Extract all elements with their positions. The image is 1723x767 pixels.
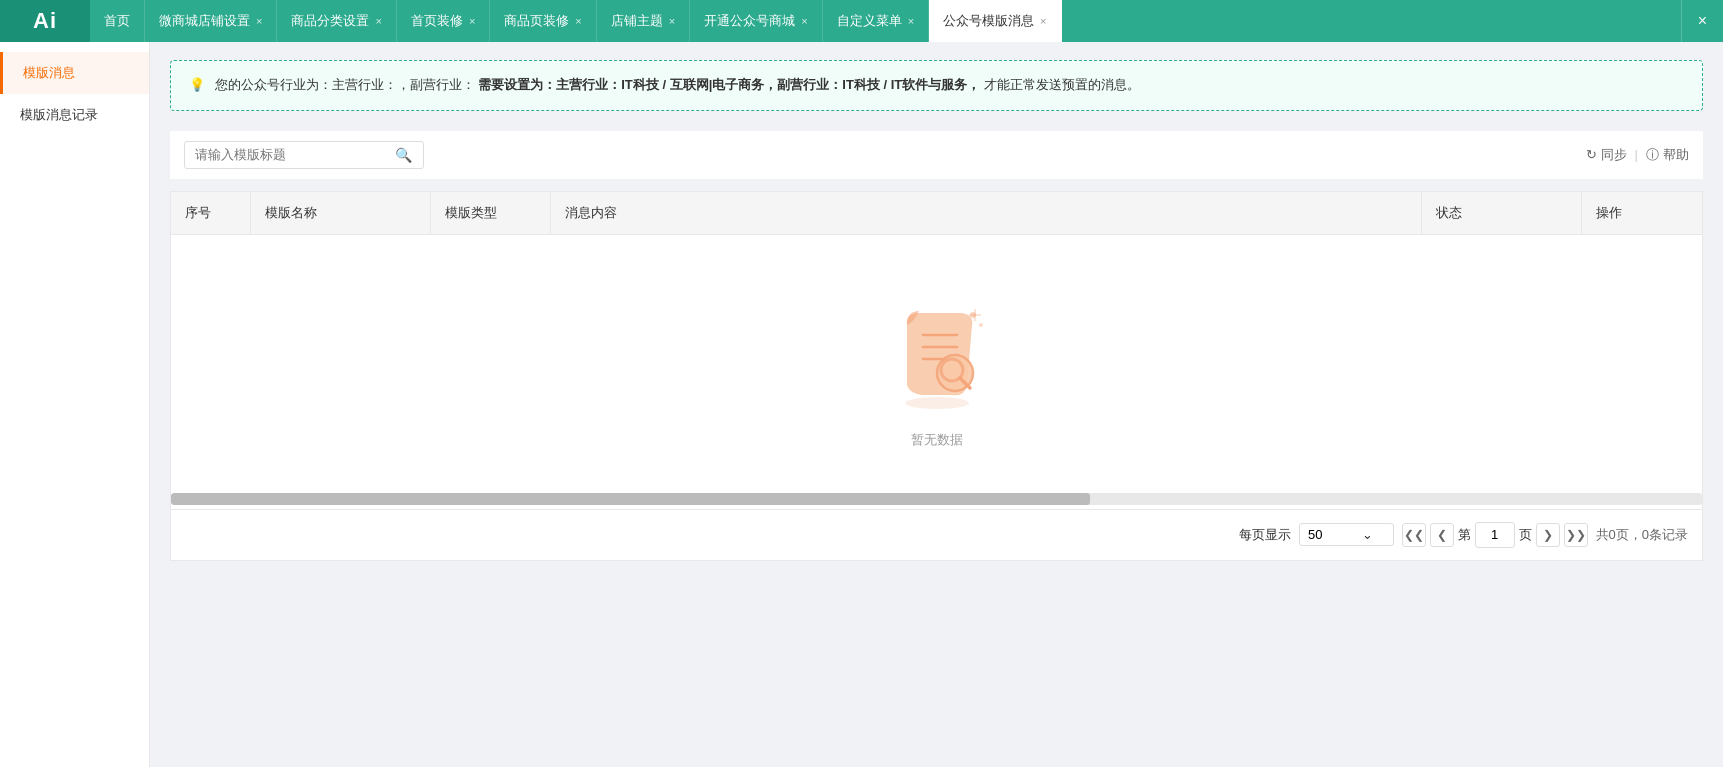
notice-box: 💡 您的公众号行业为：主营行业：，副营行业： 需要设置为：主营行业：IT科技 /… xyxy=(170,60,1703,111)
empty-state: 暂无数据 xyxy=(171,235,1702,489)
tab-close-store-theme[interactable]: × xyxy=(669,15,675,27)
help-icon: ⓘ xyxy=(1646,146,1659,164)
page-last-button[interactable]: ❯❯ xyxy=(1564,523,1588,547)
help-label: 帮助 xyxy=(1663,146,1689,164)
sync-label: 同步 xyxy=(1601,146,1627,164)
page-size-label: 每页显示 xyxy=(1239,526,1291,544)
svg-point-8 xyxy=(979,323,983,327)
tab-open-mall[interactable]: 开通公众号商城× xyxy=(690,0,822,42)
page-next-button[interactable]: ❯ xyxy=(1536,523,1560,547)
sync-button[interactable]: ↻ 同步 xyxy=(1586,146,1627,164)
notice-suffix: 才能正常发送预置的消息。 xyxy=(984,77,1140,92)
table-col-index: 序号 xyxy=(171,192,251,234)
table-col-name: 模版名称 xyxy=(251,192,431,234)
global-close-button[interactable]: × xyxy=(1681,0,1723,42)
data-table: 序号模版名称模版类型消息内容状态操作 xyxy=(170,191,1703,561)
tab-store-theme[interactable]: 店铺主题× xyxy=(597,0,690,42)
page-prev-button[interactable]: ❮ xyxy=(1430,523,1454,547)
tab-template-msg[interactable]: 公众号模版消息× xyxy=(929,0,1061,42)
top-nav: Ai 首页微商城店铺设置×商品分类设置×首页装修×商品页装修×店铺主题×开通公众… xyxy=(0,0,1723,42)
tab-product-decor[interactable]: 商品页装修× xyxy=(490,0,596,42)
table-col-type: 模版类型 xyxy=(431,192,551,234)
search-input-wrapper[interactable]: 🔍 xyxy=(184,141,424,169)
table-col-status: 状态 xyxy=(1422,192,1582,234)
tab-close-product-category[interactable]: × xyxy=(375,15,381,27)
page-label: 第 xyxy=(1458,526,1471,544)
empty-illustration xyxy=(877,295,997,415)
scroll-thumb[interactable] xyxy=(171,493,1090,505)
page-navigation: ❮❮ ❮ 第 页 ❯ ❯❯ xyxy=(1402,522,1588,548)
help-button[interactable]: ⓘ 帮助 xyxy=(1646,146,1689,164)
tab-home[interactable]: 首页 xyxy=(90,0,145,42)
page-first-button[interactable]: ❮❮ xyxy=(1402,523,1426,547)
empty-text: 暂无数据 xyxy=(911,431,963,449)
search-bar: 🔍 ↻ 同步 | ⓘ 帮助 xyxy=(170,131,1703,179)
app-logo: Ai xyxy=(0,0,90,42)
sync-icon: ↻ xyxy=(1586,147,1597,162)
tab-home-decor[interactable]: 首页装修× xyxy=(397,0,490,42)
tab-close-home-decor[interactable]: × xyxy=(469,15,475,27)
sidebar-item-template-message-log[interactable]: 模版消息记录 xyxy=(0,94,149,136)
pagination: 每页显示 50 10 20 100 ⌄ ❮❮ ❮ 第 页 ❯ xyxy=(171,509,1702,560)
tab-close-product-decor[interactable]: × xyxy=(575,15,581,27)
tab-close-template-msg[interactable]: × xyxy=(1040,15,1046,27)
notice-prefix: 您的公众号行业为：主营行业：，副营行业： xyxy=(215,77,475,92)
page-size-select[interactable]: 50 10 20 100 ⌄ xyxy=(1299,523,1394,546)
sidebar: 模版消息模版消息记录 xyxy=(0,42,150,767)
search-icon[interactable]: 🔍 xyxy=(395,147,412,163)
tab-custom-menu[interactable]: 自定义菜单× xyxy=(823,0,929,42)
tab-close-custom-menu[interactable]: × xyxy=(908,15,914,27)
tab-close-open-mall[interactable]: × xyxy=(801,15,807,27)
page-suffix: 页 xyxy=(1519,526,1532,544)
page-size-dropdown[interactable]: 50 10 20 100 xyxy=(1308,527,1358,542)
table-col-action: 操作 xyxy=(1582,192,1702,234)
dropdown-icon: ⌄ xyxy=(1362,527,1373,542)
svg-point-0 xyxy=(905,397,969,409)
notice-highlight: 需要设置为：主营行业：IT科技 / 互联网|电子商务，副营行业：IT科技 / I… xyxy=(478,77,980,92)
tab-weshop-settings[interactable]: 微商城店铺设置× xyxy=(145,0,277,42)
table-header: 序号模版名称模版类型消息内容状态操作 xyxy=(171,192,1702,235)
search-input[interactable] xyxy=(195,147,395,162)
page-input[interactable] xyxy=(1475,522,1515,548)
search-actions: ↻ 同步 | ⓘ 帮助 xyxy=(1586,146,1689,164)
sidebar-item-template-message[interactable]: 模版消息 xyxy=(0,52,149,94)
tab-close-weshop-settings[interactable]: × xyxy=(256,15,262,27)
tab-product-category[interactable]: 商品分类设置× xyxy=(277,0,396,42)
divider: | xyxy=(1635,147,1638,162)
notice-icon: 💡 xyxy=(189,77,205,92)
page-total: 共0页，0条记录 xyxy=(1596,526,1688,544)
main-content: 💡 您的公众号行业为：主营行业：，副营行业： 需要设置为：主营行业：IT科技 /… xyxy=(150,42,1723,767)
horizontal-scrollbar[interactable] xyxy=(171,493,1702,505)
table-col-content: 消息内容 xyxy=(551,192,1422,234)
tab-bar: 首页微商城店铺设置×商品分类设置×首页装修×商品页装修×店铺主题×开通公众号商城… xyxy=(90,0,1681,42)
main-layout: 模版消息模版消息记录 💡 您的公众号行业为：主营行业：，副营行业： 需要设置为：… xyxy=(0,42,1723,767)
